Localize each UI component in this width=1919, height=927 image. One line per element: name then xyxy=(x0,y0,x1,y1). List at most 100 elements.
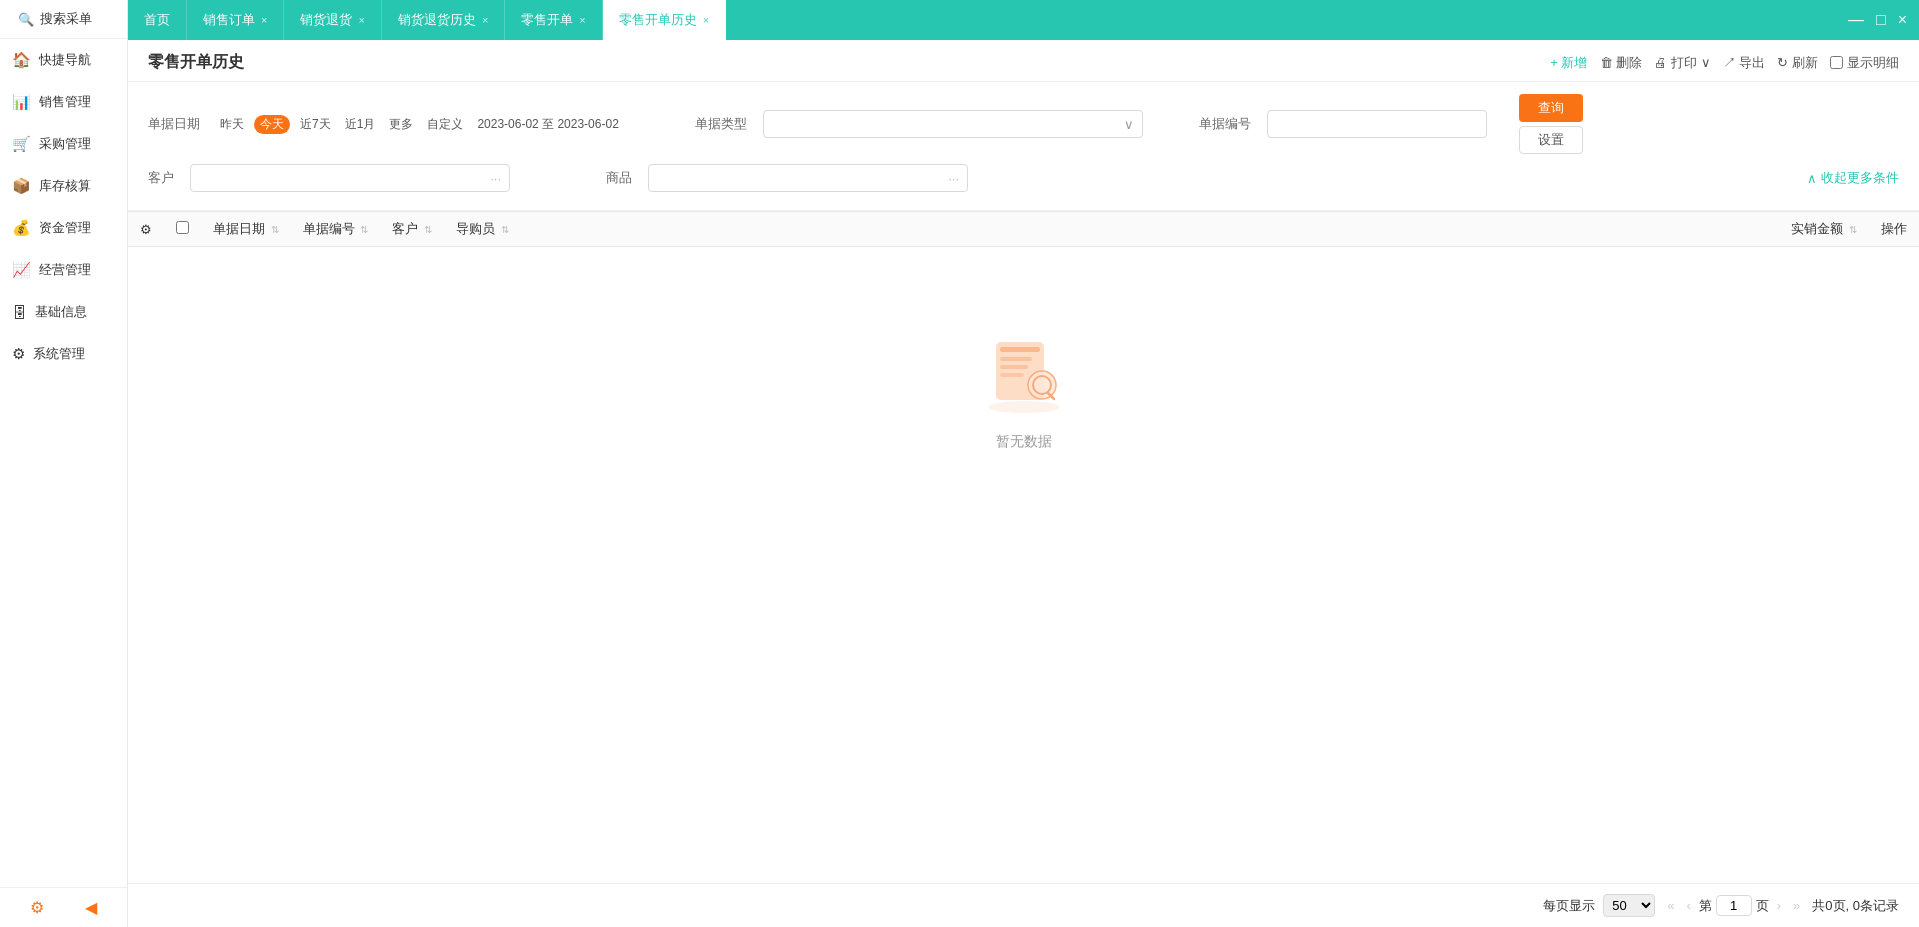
tab-retail-open[interactable]: 零售开单 × xyxy=(505,0,602,40)
settings-bottom-icon[interactable]: ⚙ xyxy=(30,898,44,917)
finance-icon: 💰 xyxy=(12,219,31,237)
sidebar-item-purchase-mgmt[interactable]: 🛒 采购管理 xyxy=(0,123,127,165)
print-button[interactable]: 🖨 打印 ∨ xyxy=(1654,54,1711,72)
export-button[interactable]: ↗ 导出 xyxy=(1723,54,1766,72)
svg-rect-5 xyxy=(1000,373,1024,377)
sort-customer-icon[interactable]: ⇅ xyxy=(424,224,432,235)
column-settings-icon[interactable]: ⚙ xyxy=(140,222,152,237)
date-label: 单据日期 xyxy=(148,115,200,133)
inventory-icon: 📦 xyxy=(12,177,31,195)
tab-sales-return-history-label: 销货退货历史 xyxy=(398,11,476,29)
operations-icon: 📈 xyxy=(12,261,31,279)
sort-guide-icon[interactable]: ⇅ xyxy=(501,224,509,235)
last7-shortcut[interactable]: 近7天 xyxy=(296,115,335,134)
sales-icon: 📊 xyxy=(12,93,31,111)
col-settings[interactable]: ⚙ xyxy=(128,212,164,247)
tab-bar: 首页 销售订单 × 销货退货 × 销货退货历史 × 零售开单 × 零售开单历史 … xyxy=(128,0,1919,40)
today-shortcut[interactable]: 今天 xyxy=(254,115,290,134)
sidebar-item-label: 库存核算 xyxy=(39,177,91,195)
tab-sales-return-history[interactable]: 销货退货历史 × xyxy=(382,0,505,40)
tab-retail-open-close[interactable]: × xyxy=(579,14,585,26)
svg-rect-2 xyxy=(1000,347,1040,352)
col-amount[interactable]: 实销金额 ⇅ xyxy=(1779,212,1869,247)
page-title: 零售开单历史 xyxy=(148,52,244,73)
sidebar-item-operations[interactable]: 📈 经营管理 xyxy=(0,249,127,291)
col-customer[interactable]: 客户 ⇅ xyxy=(380,212,444,247)
delete-button[interactable]: 🗑 删除 xyxy=(1600,54,1643,72)
more-shortcut[interactable]: 更多 xyxy=(385,115,417,134)
tab-sales-order[interactable]: 销售订单 × xyxy=(187,0,284,40)
collapse-sidebar-icon[interactable]: ◀ xyxy=(85,898,97,917)
svg-point-0 xyxy=(988,401,1060,413)
page-number-input[interactable] xyxy=(1716,895,1752,916)
first-page-button[interactable]: « xyxy=(1663,896,1678,915)
sidebar-item-system-mgmt[interactable]: ⚙ 系统管理 xyxy=(0,333,127,375)
filter-row-1: 单据日期 昨天 今天 近7天 近1月 更多 自定义 2023-06-02 至 2… xyxy=(148,94,1899,154)
bill-type-arrow: ∨ xyxy=(1124,117,1134,132)
yesterday-shortcut[interactable]: 昨天 xyxy=(216,115,248,134)
goods-input[interactable]: ··· xyxy=(648,164,968,192)
next-page-button[interactable]: › xyxy=(1773,896,1785,915)
collapse-button[interactable]: ∧ 收起更多条件 xyxy=(1807,169,1899,187)
basicinfo-icon: 🗄 xyxy=(12,304,27,321)
sidebar-item-inventory[interactable]: 📦 库存核算 xyxy=(0,165,127,207)
col-guide[interactable]: 导购员 ⇅ xyxy=(444,212,521,247)
last-page-button[interactable]: » xyxy=(1789,896,1804,915)
show-detail-text: 显示明细 xyxy=(1847,54,1899,72)
sidebar-item-label: 资金管理 xyxy=(39,219,91,237)
sort-bill-date-icon[interactable]: ⇅ xyxy=(271,224,279,235)
window-close-icon[interactable]: × xyxy=(1898,11,1907,29)
bill-no-input[interactable] xyxy=(1267,110,1487,138)
main-area: 首页 销售订单 × 销货退货 × 销货退货历史 × 零售开单 × 零售开单历史 … xyxy=(128,0,1919,927)
sidebar-item-sales-mgmt[interactable]: 📊 销售管理 xyxy=(0,81,127,123)
col-checkbox[interactable] xyxy=(164,212,201,247)
tab-sales-return-history-close[interactable]: × xyxy=(482,14,488,26)
tab-retail-history[interactable]: 零售开单历史 × xyxy=(603,0,726,40)
system-icon: ⚙ xyxy=(12,345,25,363)
set-button[interactable]: 设置 xyxy=(1519,126,1583,154)
sidebar-search-label: 搜索采单 xyxy=(40,10,92,28)
tab-home[interactable]: 首页 xyxy=(128,0,187,40)
col-guide-label: 导购员 xyxy=(456,221,495,236)
col-bill-no[interactable]: 单据编号 ⇅ xyxy=(291,212,381,247)
customer-input[interactable]: ··· xyxy=(190,164,510,192)
page-label: 第 xyxy=(1699,897,1712,915)
sidebar-item-finance[interactable]: 💰 资金管理 xyxy=(0,207,127,249)
tab-retail-history-close[interactable]: × xyxy=(703,14,709,26)
col-bill-date-label: 单据日期 xyxy=(213,221,265,236)
query-button[interactable]: 查询 xyxy=(1519,94,1583,122)
prev-page-button[interactable]: ‹ xyxy=(1682,896,1694,915)
table-wrap: ⚙ 单据日期 ⇅ 单据编号 ⇅ xyxy=(128,211,1919,883)
sidebar-search-item[interactable]: 🔍 搜索采单 xyxy=(0,0,127,39)
bill-type-select[interactable]: ∨ xyxy=(763,110,1143,138)
sidebar-item-basic-info[interactable]: 🗄 基础信息 xyxy=(0,291,127,333)
tab-retail-history-label: 零售开单历史 xyxy=(619,11,697,29)
customer-label: 客户 xyxy=(148,169,174,187)
tab-sales-return[interactable]: 销货退货 × xyxy=(284,0,381,40)
select-all-checkbox[interactable] xyxy=(176,221,189,234)
col-action: 操作 xyxy=(1869,212,1919,247)
date-range-display: 2023-06-02 至 2023-06-02 xyxy=(477,116,618,133)
show-detail-checkbox[interactable] xyxy=(1830,56,1843,69)
action-area: 查询 设置 xyxy=(1519,94,1583,154)
col-bill-date[interactable]: 单据日期 ⇅ xyxy=(201,212,291,247)
show-detail-label[interactable]: 显示明细 xyxy=(1830,54,1899,72)
tab-sales-order-label: 销售订单 xyxy=(203,11,255,29)
tab-sales-order-close[interactable]: × xyxy=(261,14,267,26)
maximize-icon[interactable]: □ xyxy=(1876,11,1886,29)
per-page-select[interactable]: 50 10 20 100 xyxy=(1603,894,1655,917)
print-arrow: ∨ xyxy=(1701,55,1711,70)
refresh-button[interactable]: ↻ 刷新 xyxy=(1777,54,1818,72)
col-action-label: 操作 xyxy=(1881,221,1907,236)
last1m-shortcut[interactable]: 近1月 xyxy=(341,115,380,134)
sort-amount-icon[interactable]: ⇅ xyxy=(1849,224,1857,235)
col-amount-label: 实销金额 xyxy=(1791,221,1843,236)
sidebar-item-quick-nav[interactable]: 🏠 快捷导航 xyxy=(0,39,127,81)
sidebar: 🔍 搜索采单 🏠 快捷导航 📊 销售管理 🛒 采购管理 📦 库存核算 💰 资金管… xyxy=(0,0,128,927)
sort-bill-no-icon[interactable]: ⇅ xyxy=(360,224,368,235)
sidebar-item-label: 采购管理 xyxy=(39,135,91,153)
custom-shortcut[interactable]: 自定义 xyxy=(423,115,467,134)
tab-sales-return-close[interactable]: × xyxy=(358,14,364,26)
minimize-icon[interactable]: — xyxy=(1848,11,1864,29)
new-button[interactable]: + 新增 xyxy=(1550,54,1587,72)
